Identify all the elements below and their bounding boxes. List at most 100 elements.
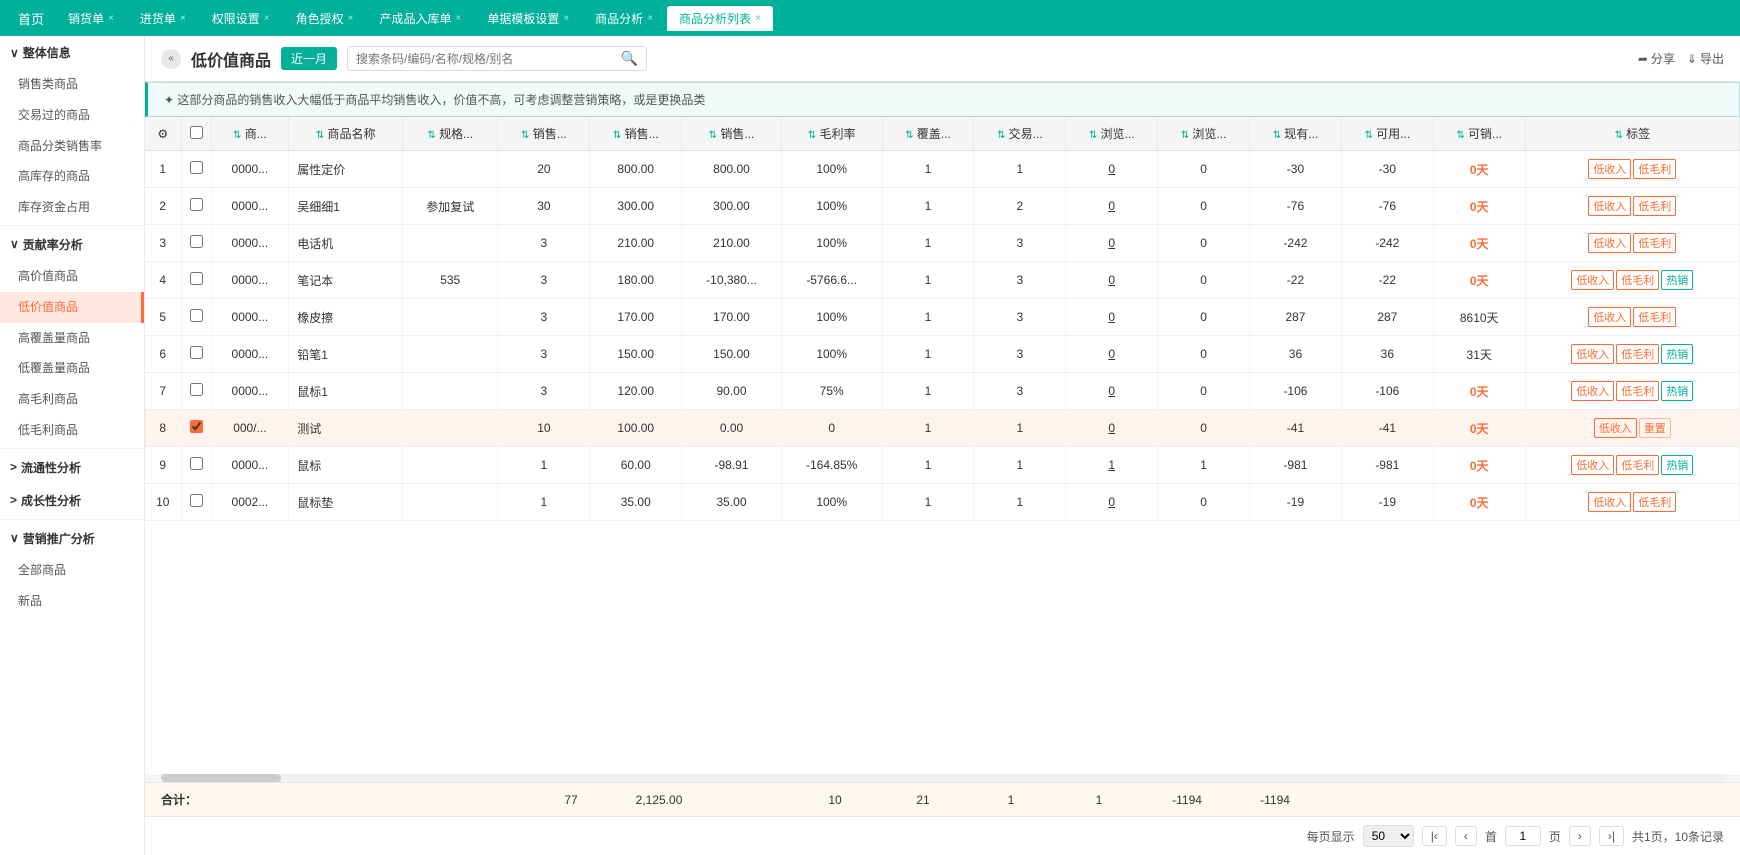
row-checkbox[interactable] [190, 198, 203, 211]
cell-browse1[interactable]: 0 [1066, 151, 1158, 188]
th-browse1[interactable]: ⇅ 浏览... [1066, 117, 1158, 151]
cell-browse1[interactable]: 1 [1066, 447, 1158, 484]
th-margin[interactable]: ⇅ 毛利率 [781, 117, 882, 151]
browse-link[interactable]: 1 [1108, 458, 1115, 472]
sidebar-item-stock-capital[interactable]: 库存资金占用 [0, 192, 144, 223]
nav-tab-4[interactable]: 产成品入库单 × [367, 6, 473, 31]
sidebar-group-contribution[interactable]: ∨ 贡献率分析 [0, 228, 144, 261]
th-s2[interactable]: ⇅ 销售... [590, 117, 682, 151]
first-page-button[interactable]: |‹ [1422, 826, 1447, 846]
nav-tab-5[interactable]: 单据模板设置 × [475, 6, 581, 31]
sidebar-item-category-sales-rate[interactable]: 商品分类销售率 [0, 131, 144, 162]
filter-recent-month-button[interactable]: 近一月 [281, 47, 337, 70]
close-icon-2[interactable]: × [264, 13, 270, 24]
cell-check[interactable] [181, 373, 211, 410]
th-s3[interactable]: ⇅ 销售... [682, 117, 782, 151]
close-icon-4[interactable]: × [455, 13, 461, 24]
row-checkbox[interactable] [190, 272, 203, 285]
row-checkbox[interactable] [190, 235, 203, 248]
cell-browse1[interactable]: 0 [1066, 373, 1158, 410]
search-icon[interactable]: 🔍 [621, 50, 638, 67]
th-trade[interactable]: ⇅ 交易... [974, 117, 1066, 151]
nav-tab-3[interactable]: 角色授权 × [284, 6, 366, 31]
th-tags[interactable]: ⇅ 标签 [1525, 117, 1739, 151]
browse-link[interactable]: 0 [1108, 347, 1115, 361]
cell-browse1[interactable]: 0 [1066, 484, 1158, 521]
browse-link[interactable]: 0 [1108, 199, 1115, 213]
horizontal-scrollbar[interactable] [161, 774, 1724, 782]
th-cover[interactable]: ⇅ 覆盖... [882, 117, 974, 151]
close-icon-7[interactable]: × [755, 13, 761, 24]
page-number-input[interactable]: 1 [1505, 826, 1541, 846]
close-icon-1[interactable]: × [180, 13, 186, 24]
th-browse2[interactable]: ⇅ 浏览... [1158, 117, 1250, 151]
cell-browse1[interactable]: 0 [1066, 336, 1158, 373]
browse-link[interactable]: 0 [1108, 384, 1115, 398]
browse-link[interactable]: 0 [1108, 421, 1115, 435]
cell-check[interactable] [181, 262, 211, 299]
row-checkbox[interactable] [190, 383, 203, 396]
cell-check[interactable] [181, 410, 211, 447]
browse-link[interactable]: 0 [1108, 495, 1115, 509]
nav-tab-6[interactable]: 商品分析 × [583, 6, 665, 31]
sidebar-item-low-margin[interactable]: 低毛利商品 [0, 415, 144, 446]
scrollbar-thumb[interactable] [161, 774, 281, 782]
row-checkbox[interactable] [190, 457, 203, 470]
sidebar-item-low-value[interactable]: 低价值商品 [0, 292, 144, 323]
nav-tab-0[interactable]: 销货单 × [56, 6, 126, 31]
row-checkbox[interactable] [190, 161, 203, 174]
sidebar-item-all-goods[interactable]: 全部商品 [0, 555, 144, 586]
last-page-button[interactable]: ›| [1599, 826, 1624, 846]
search-input[interactable] [356, 52, 621, 66]
th-stock1[interactable]: ⇅ 现有... [1250, 117, 1342, 151]
row-checkbox[interactable] [190, 420, 203, 433]
share-button[interactable]: ➦ 分享 [1638, 50, 1675, 67]
prev-page-button[interactable]: ‹ [1455, 826, 1477, 846]
sidebar-item-new-goods[interactable]: 新品 [0, 586, 144, 617]
sidebar-item-sales-category[interactable]: 销售类商品 [0, 69, 144, 100]
cell-check[interactable] [181, 151, 211, 188]
close-icon-5[interactable]: × [563, 13, 569, 24]
sidebar-group-marketing[interactable]: ∨ 营销推广分析 [0, 522, 144, 555]
select-all-checkbox[interactable] [190, 126, 203, 139]
table-wrapper[interactable]: ⚙ ⇅ 商... ⇅ 商品名称 ⇅ 规格... ⇅ 销售... ⇅ 销售... … [145, 117, 1740, 774]
sidebar-item-low-coverage[interactable]: 低覆盖量商品 [0, 353, 144, 384]
next-page-button[interactable]: › [1569, 826, 1591, 846]
cell-browse1[interactable]: 0 [1066, 262, 1158, 299]
close-icon-0[interactable]: × [108, 13, 114, 24]
browse-link[interactable]: 0 [1108, 273, 1115, 287]
browse-link[interactable]: 0 [1108, 236, 1115, 250]
row-checkbox[interactable] [190, 346, 203, 359]
sidebar-item-traded[interactable]: 交易过的商品 [0, 100, 144, 131]
sidebar-group-growth[interactable]: > 成长性分析 [0, 484, 144, 517]
page-size-select[interactable]: 50 100 200 [1363, 825, 1414, 847]
sidebar-item-high-stock[interactable]: 高库存的商品 [0, 161, 144, 192]
cell-check[interactable] [181, 299, 211, 336]
cell-check[interactable] [181, 447, 211, 484]
th-stock2[interactable]: ⇅ 可用... [1341, 117, 1433, 151]
browse-link[interactable]: 0 [1108, 310, 1115, 324]
th-code[interactable]: ⇅ 商... [211, 117, 289, 151]
row-checkbox[interactable] [190, 494, 203, 507]
cell-browse1[interactable]: 0 [1066, 410, 1158, 447]
sidebar-item-high-margin[interactable]: 高毛利商品 [0, 384, 144, 415]
cell-check[interactable] [181, 188, 211, 225]
nav-tab-7[interactable]: 商品分析列表 × [667, 6, 773, 31]
cell-browse1[interactable]: 0 [1066, 225, 1158, 262]
th-settings[interactable]: ⚙ [145, 117, 181, 151]
th-s1[interactable]: ⇅ 销售... [498, 117, 590, 151]
sidebar-collapse-button[interactable]: « [161, 49, 181, 69]
th-spec[interactable]: ⇅ 规格... [403, 117, 498, 151]
cell-check[interactable] [181, 484, 211, 521]
th-stock3[interactable]: ⇅ 可销... [1433, 117, 1525, 151]
nav-home[interactable]: 首页 [8, 5, 54, 32]
cell-check[interactable] [181, 336, 211, 373]
sidebar-group-flow[interactable]: > 流通性分析 [0, 451, 144, 484]
cell-browse1[interactable]: 0 [1066, 299, 1158, 336]
export-button[interactable]: ⇓ 导出 [1687, 50, 1724, 67]
cell-browse1[interactable]: 0 [1066, 188, 1158, 225]
sidebar-group-overall[interactable]: ∨ 整体信息 [0, 36, 144, 69]
row-checkbox[interactable] [190, 309, 203, 322]
cell-check[interactable] [181, 225, 211, 262]
th-name[interactable]: ⇅ 商品名称 [289, 117, 403, 151]
